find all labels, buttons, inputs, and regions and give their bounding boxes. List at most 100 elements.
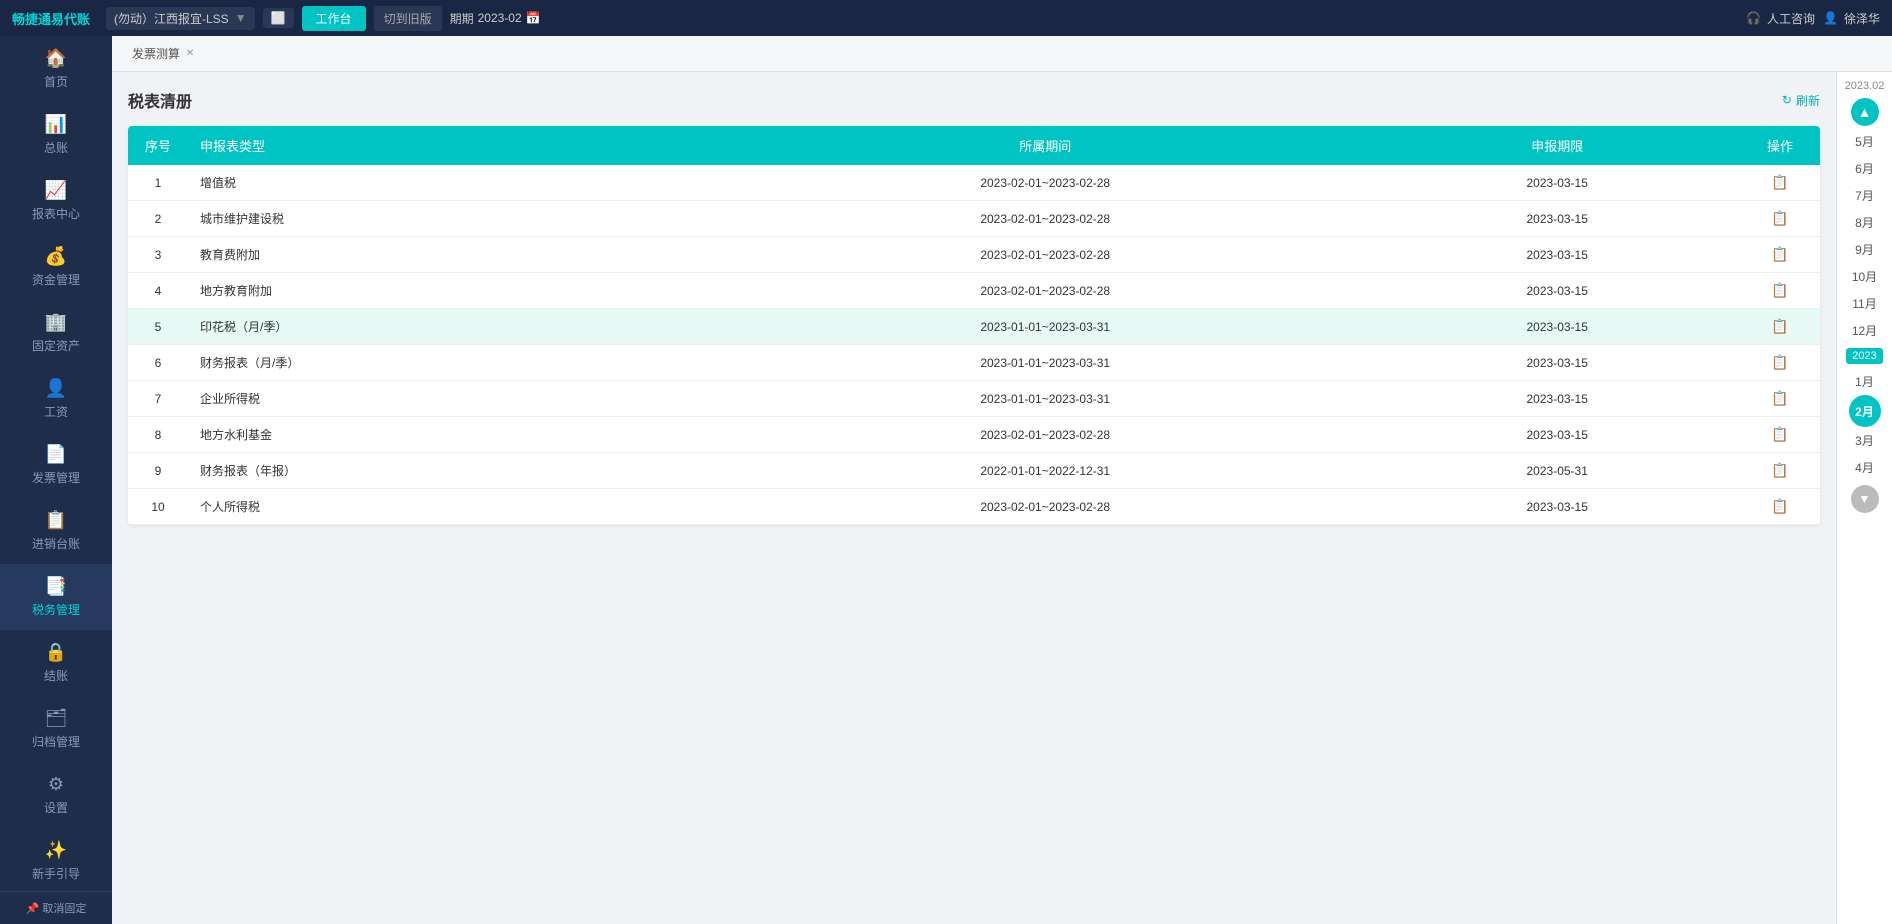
purchase-mgmt-icon: 📋 (45, 510, 67, 531)
month-item[interactable]: 8月 (1846, 209, 1883, 236)
table-row: 1 增值税 2023-02-01~2023-02-28 2023-03-15 📋 (128, 165, 1820, 201)
cell-no: 3 (128, 237, 188, 273)
month-item[interactable]: 9月 (1846, 236, 1883, 263)
sidebar-label-invoice-mgmt: 发票管理 (32, 469, 80, 486)
month-item[interactable]: 3月 (1849, 427, 1881, 454)
col-type: 申报表类型 (188, 126, 716, 165)
cell-deadline: 2023-03-15 (1374, 237, 1740, 273)
settings-icon: ⚙ (48, 774, 64, 795)
cell-period: 2022-01-01~2022-12-31 (716, 453, 1374, 489)
right-period-panel: 2023.02 ▲ 5月6月7月8月9月10月11月12月 2023 1月2月3… (1836, 72, 1892, 924)
company-dropdown-icon: ▼ (235, 11, 247, 25)
sidebar-item-payroll[interactable]: 👤工资 (0, 366, 112, 432)
sidebar-label-closing: 结账 (44, 667, 68, 684)
month-item[interactable]: 7月 (1846, 182, 1883, 209)
cell-action: 📋 (1740, 489, 1820, 525)
username-label: 徐泽华 (1844, 10, 1880, 27)
sidebar-item-ledger[interactable]: 📊总账 (0, 102, 112, 168)
prev-arrow-button[interactable]: ▲ (1851, 98, 1879, 126)
cell-deadline: 2023-03-15 (1374, 309, 1740, 345)
month-item[interactable]: 5月 (1846, 128, 1883, 155)
unpin-button[interactable]: 📌 取消固定 (0, 891, 112, 924)
month-item[interactable]: 2月 (1849, 395, 1881, 427)
month-item[interactable]: 11月 (1846, 290, 1883, 317)
year-badge[interactable]: 2023 (1846, 348, 1882, 364)
cell-type: 地方水利基金 (188, 417, 716, 453)
sidebar-label-home: 首页 (44, 73, 68, 90)
user-profile-button[interactable]: 👤 徐泽华 (1823, 10, 1880, 27)
sidebar-label-settings: 设置 (44, 799, 68, 816)
action-icon-3[interactable]: 📋 (1771, 246, 1788, 262)
sidebar-label-capital: 资金管理 (32, 271, 80, 288)
table-row: 8 地方水利基金 2023-02-01~2023-02-28 2023-03-1… (128, 417, 1820, 453)
cell-no: 2 (128, 201, 188, 237)
cell-period: 2023-02-01~2023-02-28 (716, 417, 1374, 453)
payroll-icon: 👤 (45, 378, 67, 399)
fixed-assets-icon: 🏢 (45, 312, 67, 333)
ai-consult-button[interactable]: 🎧 人工咨询 (1746, 10, 1815, 27)
sidebar-label-fixed-assets: 固定资产 (32, 337, 80, 354)
action-icon-8[interactable]: 📋 (1771, 426, 1788, 442)
action-icon-7[interactable]: 📋 (1771, 390, 1788, 406)
sidebar-item-fixed-assets[interactable]: 🏢 固定资产 (0, 300, 112, 366)
cell-deadline: 2023-03-15 (1374, 489, 1740, 525)
col-period: 所属期间 (716, 126, 1374, 165)
invoice-mgmt-icon: 📄 (45, 444, 67, 465)
workbench-button[interactable]: 工作台 (302, 6, 366, 31)
sidebar-item-invoice-mgmt[interactable]: 📄 发票管理 (0, 432, 112, 498)
tab-close-invoice-calc[interactable]: ✕ (186, 48, 194, 59)
sidebar-label-guide: 新手引导 (32, 865, 80, 882)
report-icon: 📈 (45, 180, 67, 201)
action-icon-5[interactable]: 📋 (1771, 318, 1788, 334)
cell-type: 教育费附加 (188, 237, 716, 273)
capital-icon: 💰 (45, 246, 67, 267)
unpin-icon: 📌 (26, 903, 40, 915)
sidebar-item-archive[interactable]: 🗂归档管理 (0, 696, 112, 762)
month-item[interactable]: 12月 (1846, 317, 1883, 344)
cell-period: 2023-01-01~2023-03-31 (716, 345, 1374, 381)
switch-version-button[interactable]: 切到旧版 (374, 6, 442, 31)
sidebar-item-capital[interactable]: 💰 资金管理 (0, 234, 112, 300)
month-item[interactable]: 6月 (1846, 155, 1883, 182)
action-icon-6[interactable]: 📋 (1771, 354, 1788, 370)
top-bar: 畅捷通易代账 (勿动）江西报宜-LSS ▼ ⬜ 工作台 切到旧版 期期 2023… (0, 0, 1892, 36)
sidebar: 🏠首页📊总账📈报表中心 💰 资金管理 🏢 固定资产 👤工资 📄 发票管理 📋进销台账📑税务管理🔒… (0, 36, 112, 924)
cell-type: 城市维护建设税 (188, 201, 716, 237)
sidebar-item-report[interactable]: 📈报表中心 (0, 168, 112, 234)
month-item[interactable]: 1月 (1849, 368, 1881, 395)
cell-type: 财务报表（年报） (188, 453, 716, 489)
col-deadline: 申报期限 (1374, 126, 1740, 165)
month-item[interactable]: 10月 (1846, 263, 1883, 290)
sidebar-item-purchase-mgmt[interactable]: 📋进销台账 (0, 498, 112, 564)
action-icon-4[interactable]: 📋 (1771, 282, 1788, 298)
month-item[interactable]: 4月 (1849, 454, 1881, 481)
cell-period: 2023-01-01~2023-03-31 (716, 381, 1374, 417)
cell-action: 📋 (1740, 381, 1820, 417)
main-layout: 🏠首页📊总账📈报表中心 💰 资金管理 🏢 固定资产 👤工资 📄 发票管理 📋进销台账📑税务管理🔒… (0, 36, 1892, 924)
action-icon-10[interactable]: 📋 (1771, 498, 1788, 514)
sidebar-item-closing[interactable]: 🔒结账 (0, 630, 112, 696)
sidebar-item-tax-mgmt[interactable]: 📑税务管理 (0, 564, 112, 630)
guide-icon: ✨ (45, 840, 67, 861)
action-icon-2[interactable]: 📋 (1771, 210, 1788, 226)
cell-deadline: 2023-03-15 (1374, 381, 1740, 417)
sidebar-item-home[interactable]: 🏠首页 (0, 36, 112, 102)
company-selector[interactable]: (勿动）江西报宜-LSS ▼ (106, 7, 255, 30)
tab-invoice-calc[interactable]: 发票测算✕ (120, 39, 230, 68)
sidebar-item-guide[interactable]: ✨ 新手引导 (0, 828, 112, 894)
collapse-panel-button[interactable]: ▼ (1851, 485, 1879, 513)
cell-action: 📋 (1740, 417, 1820, 453)
cell-deadline: 2023-03-15 (1374, 273, 1740, 309)
refresh-button[interactable]: ↻ 刷新 (1782, 92, 1820, 109)
table-row: 3 教育费附加 2023-02-01~2023-02-28 2023-03-15… (128, 237, 1820, 273)
page-title: 税表清册 (128, 88, 192, 112)
action-icon-1[interactable]: 📋 (1771, 174, 1788, 190)
action-icon-9[interactable]: 📋 (1771, 462, 1788, 478)
table-row: 6 财务报表（月/季） 2023-01-01~2023-03-31 2023-0… (128, 345, 1820, 381)
period-display: 期期 2023-02 📅 (450, 10, 541, 27)
table-row: 5 印花税（月/季） 2023-01-01~2023-03-31 2023-03… (128, 309, 1820, 345)
cell-deadline: 2023-03-15 (1374, 201, 1740, 237)
company-settings-button[interactable]: ⬜ (263, 8, 294, 28)
sidebar-item-settings[interactable]: ⚙ 设置 (0, 762, 112, 828)
tab-bar: 首页工资表✕工资统计报表✕发票✕发票测算✕发票开具✕进销稽核✕进销台账✕税表清册… (112, 36, 1892, 72)
